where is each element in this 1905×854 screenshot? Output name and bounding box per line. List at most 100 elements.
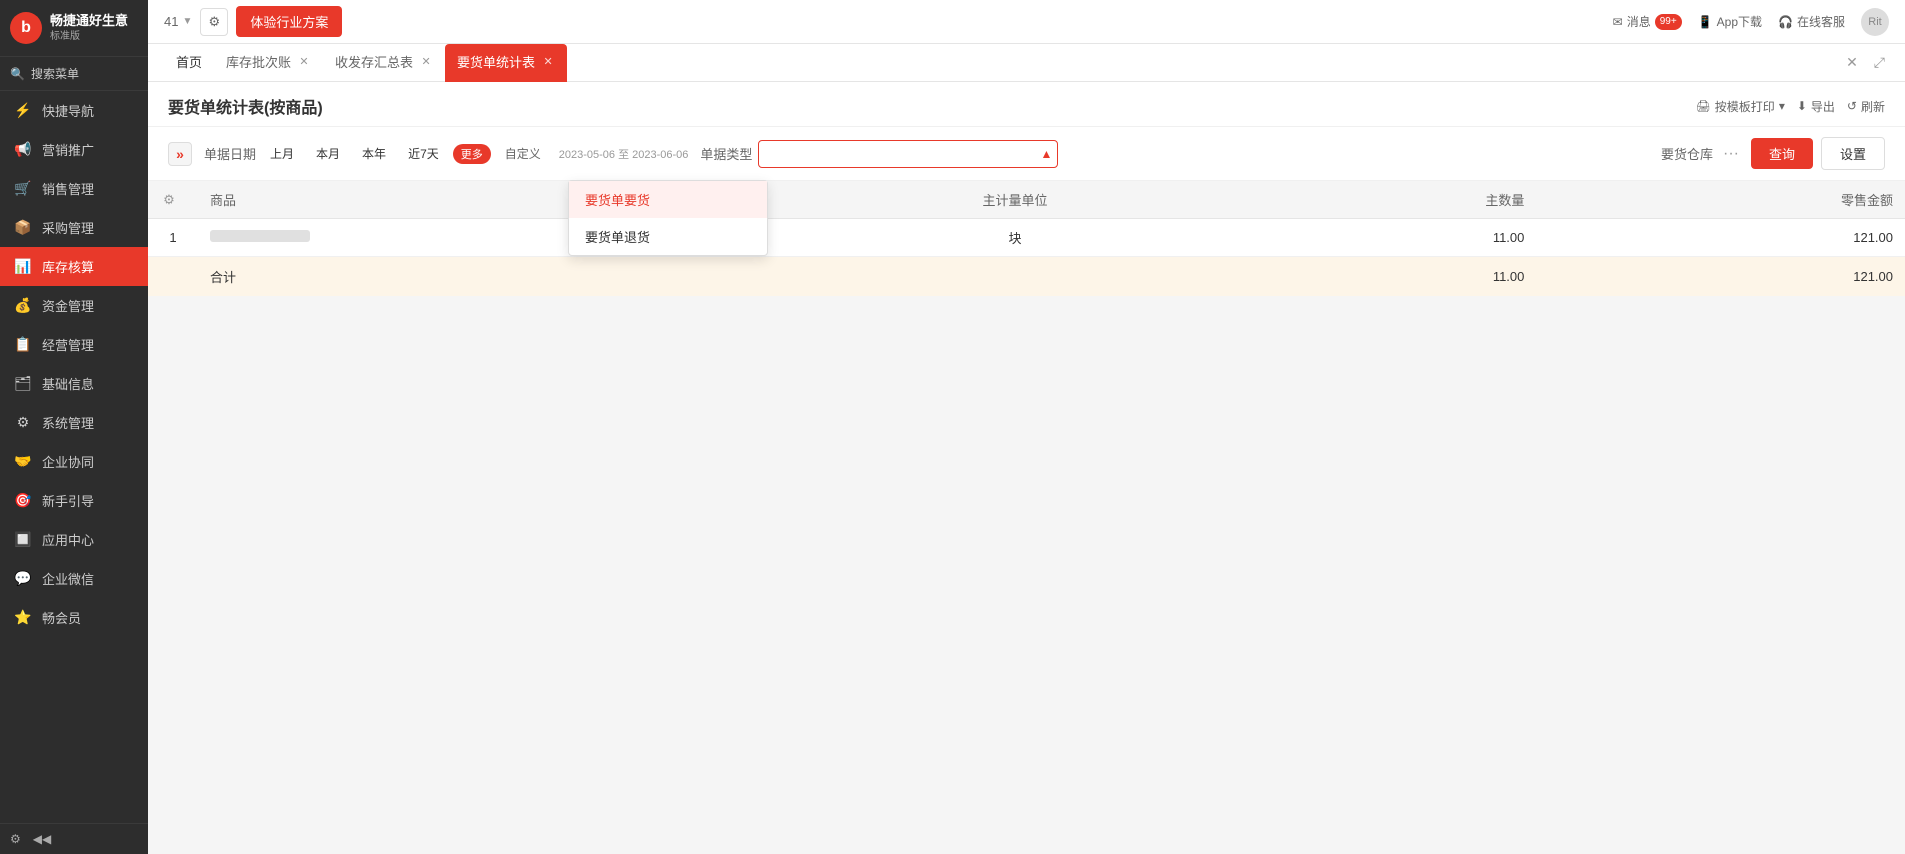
data-table: ⚙ 商品 主计量单位 主数量 零售金额 xyxy=(148,181,1905,296)
message-badge: 99+ xyxy=(1655,14,1682,30)
print-chevron-icon: ▾ xyxy=(1779,99,1785,113)
col-amount-label: 零售金额 xyxy=(1841,193,1893,208)
message-btn[interactable]: ✉ 消息 99+ xyxy=(1613,13,1682,30)
main-area: 41 ▼ ⚙ 体验行业方案 ✉ 消息 99+ 📱 App下载 🎧 在线客服 xyxy=(148,0,1905,854)
online-service-btn[interactable]: 🎧 在线客服 xyxy=(1778,13,1845,30)
user-text: Rit xyxy=(1868,16,1881,28)
table-settings-icon[interactable]: ⚙ xyxy=(160,191,178,209)
sidebar-collapse-icon: ◀◀ xyxy=(33,832,51,846)
marketing-icon: 📢 xyxy=(14,141,32,159)
sidebar-collapse-btn[interactable]: ◀◀ xyxy=(33,832,51,846)
app-name: 畅捷通好生意 xyxy=(50,12,128,30)
tab-receive-summary[interactable]: 收发存汇总表 ✕ xyxy=(323,44,445,82)
basic-info-icon: 🗂 xyxy=(14,375,32,393)
sidebar-item-basic-info[interactable]: 🗂 基础信息 xyxy=(0,364,148,403)
user-avatar[interactable]: Rit xyxy=(1861,8,1889,36)
search-menu-label: 搜索菜单 xyxy=(31,65,79,82)
row-amount: 121.00 xyxy=(1536,219,1905,257)
total-row: 合计 11.00 121.00 xyxy=(148,257,1905,297)
sidebar-item-marketing[interactable]: 📢 营销推广 xyxy=(0,130,148,169)
tab-inventory-batch[interactable]: 库存批次账 ✕ xyxy=(214,44,323,82)
quick-nav-icon: ⚡ xyxy=(14,102,32,120)
sidebar-item-operations[interactable]: 📋 经营管理 xyxy=(0,325,148,364)
date-btn-this-month[interactable]: 本月 xyxy=(308,142,348,165)
member-icon: ⭐ xyxy=(14,609,32,627)
print-template-btn[interactable]: 🖨 按模板打印 ▾ xyxy=(1696,98,1785,115)
sidebar-item-label: 新手引导 xyxy=(42,491,94,510)
date-label: 单据日期 xyxy=(204,144,256,163)
date-btn-last-month[interactable]: 上月 xyxy=(262,142,302,165)
total-empty2 xyxy=(799,257,1231,297)
tab-home[interactable]: 首页 xyxy=(164,44,214,82)
tabs-actions: ✕ ⤢ xyxy=(1842,52,1889,73)
refresh-btn[interactable]: ↺ 刷新 xyxy=(1847,98,1885,115)
search-menu[interactable]: 🔍 搜索菜单 xyxy=(0,57,148,91)
app-center-icon: 🔲 xyxy=(14,531,32,549)
headset-icon: 🎧 xyxy=(1778,15,1793,29)
filter-expand-btn[interactable]: » xyxy=(168,142,192,166)
date-btn-recent-7[interactable]: 近7天 xyxy=(400,142,447,165)
tab-requisition-stat-close[interactable]: ✕ xyxy=(541,55,555,69)
setting-button[interactable]: 设置 xyxy=(1821,137,1885,170)
col-unit-header: 主计量单位 xyxy=(799,181,1231,219)
search-icon: 🔍 xyxy=(10,67,25,81)
dropdown-item-requisition[interactable]: 要货单要货 xyxy=(569,181,767,218)
sidebar-item-guide[interactable]: 🎯 新手引导 xyxy=(0,481,148,520)
sidebar-item-weixin[interactable]: 💬 企业微信 xyxy=(0,559,148,598)
tab-requisition-stat[interactable]: 要货单统计表 ✕ xyxy=(445,44,567,82)
dropdown-item-return[interactable]: 要货单退货 xyxy=(569,218,767,255)
sidebar-item-label: 企业协同 xyxy=(42,452,94,471)
sidebar-item-system[interactable]: ⚙ 系统管理 xyxy=(0,403,148,442)
export-btn[interactable]: ⬇ 导出 xyxy=(1797,98,1835,115)
system-icon: ⚙ xyxy=(14,414,32,432)
topbar-right: ✉ 消息 99+ 📱 App下载 🎧 在线客服 Rit xyxy=(1613,8,1889,36)
expand-tabs-btn[interactable]: ⤢ xyxy=(1870,52,1889,73)
query-button[interactable]: 查询 xyxy=(1751,138,1813,169)
sidebar-item-label: 系统管理 xyxy=(42,413,94,432)
topbar: 41 ▼ ⚙ 体验行业方案 ✉ 消息 99+ 📱 App下载 🎧 在线客服 xyxy=(148,0,1905,44)
date-btn-more[interactable]: 更多 xyxy=(453,144,491,164)
sidebar-item-label: 企业微信 xyxy=(42,569,94,588)
tab-receive-summary-close[interactable]: ✕ xyxy=(419,55,433,69)
filter-actions: 查询 设置 xyxy=(1751,137,1885,170)
tabs-bar: 首页 库存批次账 ✕ 收发存汇总表 ✕ 要货单统计表 ✕ ✕ ⤢ xyxy=(148,44,1905,82)
col-quantity-label: 主数量 xyxy=(1485,193,1524,208)
type-dropdown-icon[interactable]: ▲ xyxy=(1041,147,1053,161)
sidebar-item-enterprise[interactable]: 🤝 企业协同 xyxy=(0,442,148,481)
sidebar-item-sales[interactable]: 🛒 销售管理 xyxy=(0,169,148,208)
trial-button[interactable]: 体验行业方案 xyxy=(236,6,342,37)
online-service-label: 在线客服 xyxy=(1797,13,1845,30)
type-label: 单据类型 xyxy=(700,144,752,163)
type-dropdown: 要货单要货 要货单退货 xyxy=(568,180,768,256)
topbar-gear-btn[interactable]: ⚙ xyxy=(200,8,228,36)
store-selector[interactable]: 41 ▼ xyxy=(164,14,192,29)
type-input[interactable] xyxy=(758,140,1058,168)
close-all-tabs-btn[interactable]: ✕ xyxy=(1842,52,1862,73)
sidebar-item-quick-nav[interactable]: ⚡ 快捷导航 xyxy=(0,91,148,130)
sidebar-item-label: 快捷导航 xyxy=(42,101,94,120)
sidebar-item-app-center[interactable]: 🔲 应用中心 xyxy=(0,520,148,559)
tab-inventory-batch-label: 库存批次账 xyxy=(226,52,291,71)
col-unit-label: 主计量单位 xyxy=(983,193,1048,208)
warehouse-more-icon[interactable]: ··· xyxy=(1723,145,1739,163)
sidebar-settings-btn[interactable]: ⚙ xyxy=(10,832,21,846)
row-seq: 1 xyxy=(148,219,198,257)
gear-icon: ⚙ xyxy=(209,14,221,30)
sidebar-item-purchase[interactable]: 📦 采购管理 xyxy=(0,208,148,247)
refresh-icon: ↺ xyxy=(1847,99,1857,113)
app-download-btn[interactable]: 📱 App下载 xyxy=(1698,13,1762,30)
export-label: 导出 xyxy=(1811,98,1835,115)
sidebar-item-inventory[interactable]: 📊 库存核算 xyxy=(0,247,148,286)
sidebar-item-label: 销售管理 xyxy=(42,179,94,198)
col-product-label: 商品 xyxy=(210,193,236,208)
expand-icon: » xyxy=(176,146,184,162)
sidebar-item-label: 经营管理 xyxy=(42,335,94,354)
sidebar-item-finance[interactable]: 💰 资金管理 xyxy=(0,286,148,325)
sidebar-settings-icon: ⚙ xyxy=(10,832,21,846)
date-btn-this-year[interactable]: 本年 xyxy=(354,142,394,165)
sidebar-footer: ⚙ ◀◀ xyxy=(0,823,148,854)
date-btn-custom[interactable]: 自定义 xyxy=(497,142,549,165)
sidebar-item-member[interactable]: ⭐ 畅会员 xyxy=(0,598,148,637)
tab-home-label: 首页 xyxy=(176,52,202,71)
tab-inventory-batch-close[interactable]: ✕ xyxy=(297,55,311,69)
